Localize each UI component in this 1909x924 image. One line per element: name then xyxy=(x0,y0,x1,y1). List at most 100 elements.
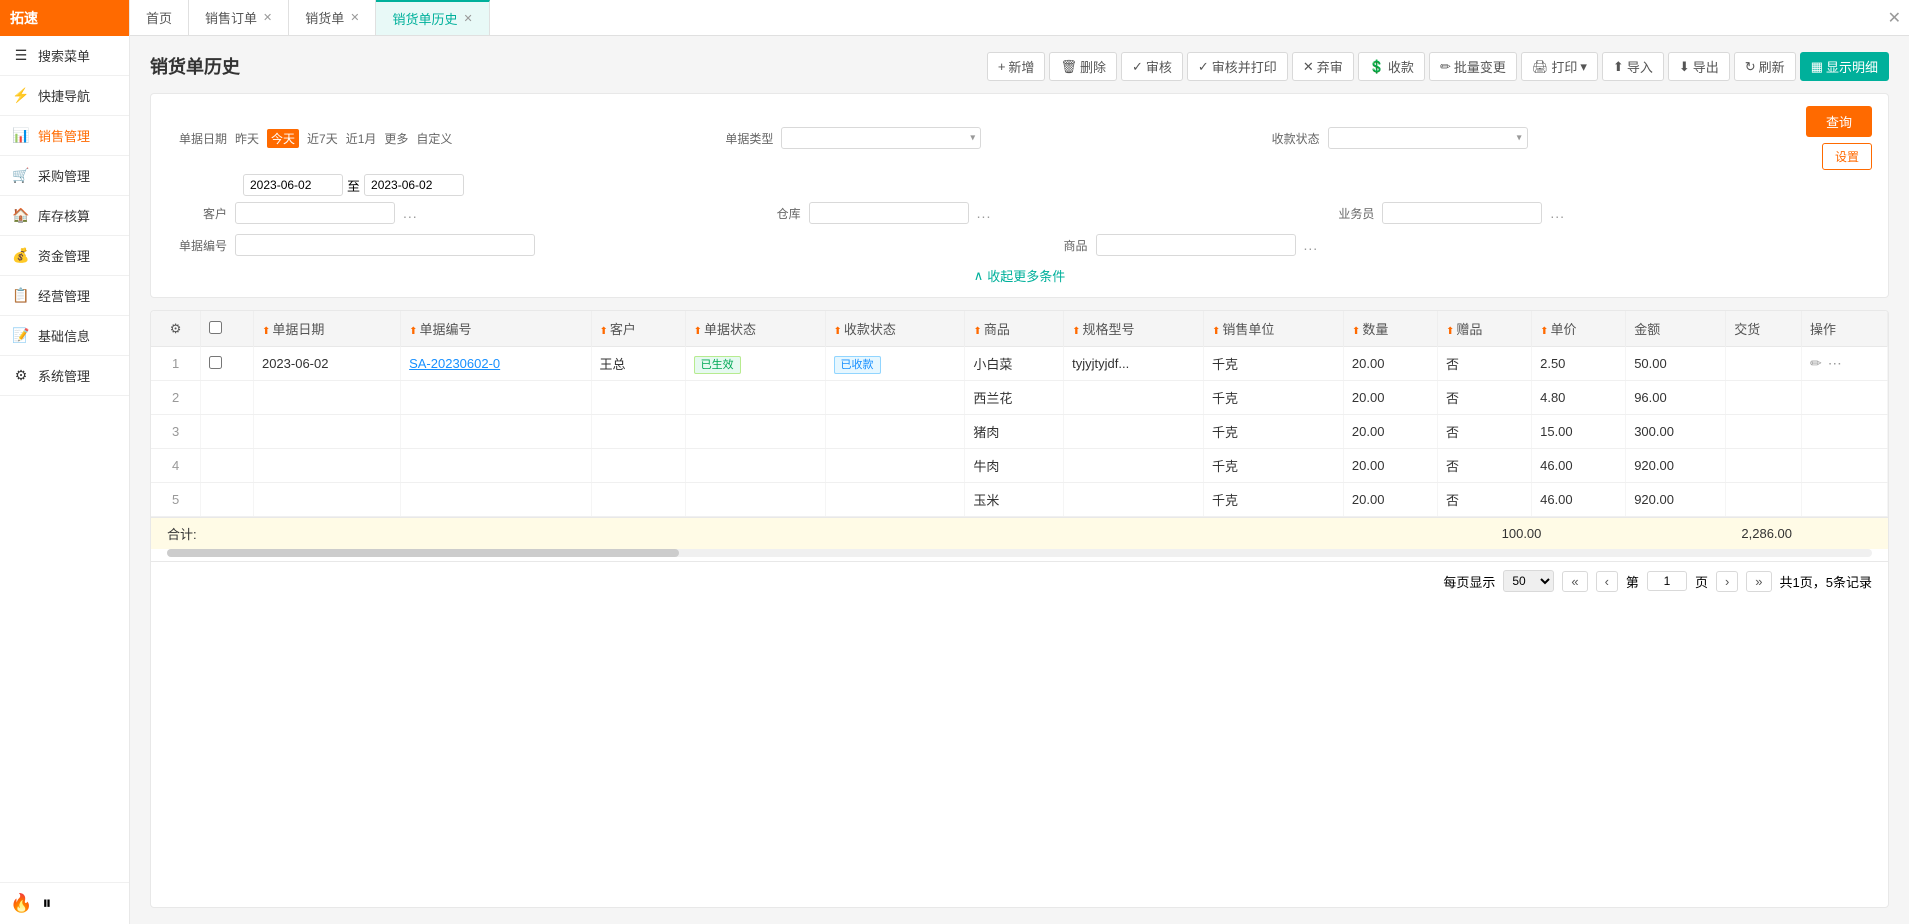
gift-column-header[interactable]: ⬆赠品 xyxy=(1438,311,1532,347)
prev-page-button[interactable]: ‹ xyxy=(1596,571,1618,592)
page-number-input[interactable] xyxy=(1647,571,1687,591)
tab-sales-order-close[interactable]: ✕ xyxy=(263,11,272,24)
sidebar-item-inventory[interactable]: 🏠 库存核算 xyxy=(0,196,129,236)
date-shortcut-more[interactable]: 更多 xyxy=(384,130,408,147)
sidebar-item-operation[interactable]: 📋 经营管理 xyxy=(0,276,129,316)
spec-column-header[interactable]: ⬆规格型号 xyxy=(1064,311,1204,347)
first-page-button[interactable]: « xyxy=(1562,571,1587,592)
refresh-icon: ↻ xyxy=(1745,59,1756,75)
export-button[interactable]: ⬇ 导出 xyxy=(1668,52,1730,81)
row-spec-cell xyxy=(1064,483,1204,517)
goods-input[interactable] xyxy=(1096,234,1296,256)
row-checkbox-cell xyxy=(201,347,254,381)
sidebar-item-finance[interactable]: 💰 资金管理 xyxy=(0,236,129,276)
audit-button[interactable]: ✓ 审核 xyxy=(1121,52,1183,81)
sidebar-item-base-info[interactable]: 📝 基础信息 xyxy=(0,316,129,356)
unit-price-column-header[interactable]: ⬆单价 xyxy=(1532,311,1626,347)
pay-status-select[interactable] xyxy=(1328,127,1528,149)
delete-button[interactable]: 🗑 删除 xyxy=(1049,52,1117,81)
set-button[interactable]: 设置 xyxy=(1822,143,1872,170)
audit-print-button[interactable]: ✓ 审核并打印 xyxy=(1187,52,1288,81)
doc-type-select[interactable] xyxy=(781,127,981,149)
tab-bar: 首页 销售订单 ✕ 销货单 ✕ 销货单历史 ✕ ✕ xyxy=(130,0,1909,36)
close-all-button[interactable]: ✕ xyxy=(1888,8,1909,28)
collapse-button[interactable]: ∧ 收起更多条件 xyxy=(167,266,1872,285)
scroll-thumb[interactable] xyxy=(167,549,679,557)
discard-icon: ✕ xyxy=(1303,59,1314,75)
sidebar-item-quick-nav[interactable]: ⚡ 快捷导航 xyxy=(0,76,129,116)
date-shortcut-1month[interactable]: 近1月 xyxy=(346,130,377,147)
tab-sales-history[interactable]: 销货单历史 ✕ xyxy=(376,0,489,35)
show-detail-button[interactable]: ▦ 显示明细 xyxy=(1800,52,1889,81)
date-shortcut-custom[interactable]: 自定义 xyxy=(416,130,452,147)
pay-status-column-header[interactable]: ⬆收款状态 xyxy=(825,311,965,347)
row-number: 5 xyxy=(151,483,201,517)
tab-sales-order[interactable]: 销售订单 ✕ xyxy=(189,0,289,35)
row-checkbox-cell xyxy=(201,449,254,483)
goods-dots-button[interactable]: ... xyxy=(1304,237,1319,253)
per-page-select[interactable]: 50 100 xyxy=(1503,570,1554,592)
unit-column-header[interactable]: ⬆销售单位 xyxy=(1204,311,1344,347)
more-action-icon[interactable]: ⋯ xyxy=(1828,355,1842,372)
customer-input[interactable] xyxy=(235,202,395,224)
total-records-label: 共1页，5条记录 xyxy=(1780,572,1872,591)
row-doc-status-cell: 已生效 xyxy=(685,347,825,381)
print-button[interactable]: 🖨 打印 ▾ xyxy=(1521,52,1598,81)
date-from-input[interactable] xyxy=(243,174,343,196)
row-quantity-cell: 20.00 xyxy=(1343,449,1437,483)
fire-icon[interactable]: 🔥 xyxy=(10,893,32,914)
tab-sales-history-close[interactable]: ✕ xyxy=(464,12,473,25)
goods-column-header[interactable]: ⬆商品 xyxy=(965,311,1064,347)
select-all-checkbox[interactable] xyxy=(209,321,222,334)
row-doc-status-cell xyxy=(685,381,825,415)
filter-panel: 单据日期 昨天 今天 近7天 近1月 更多 自定义 单据类型 xyxy=(150,93,1889,298)
staff-dots-button[interactable]: ... xyxy=(1550,205,1565,221)
row-checkbox[interactable] xyxy=(209,356,222,369)
row-checkbox-cell xyxy=(201,483,254,517)
tab-sales-invoice-label: 销货单 xyxy=(305,8,344,27)
import-button[interactable]: ⬆ 导入 xyxy=(1602,52,1664,81)
doc-status-column-header[interactable]: ⬆单据状态 xyxy=(685,311,825,347)
filter-row-1: 单据日期 昨天 今天 近7天 近1月 更多 自定义 单据类型 xyxy=(167,106,1872,170)
sidebar-item-sales-mgmt[interactable]: 📊 销售管理 xyxy=(0,116,129,156)
quantity-column-header[interactable]: ⬆数量 xyxy=(1343,311,1437,347)
tab-home[interactable]: 首页 xyxy=(130,0,189,35)
docno-column-header[interactable]: ⬆单据编号 xyxy=(401,311,591,347)
tab-sales-invoice[interactable]: 销货单 ✕ xyxy=(289,0,376,35)
row-number: 4 xyxy=(151,449,201,483)
next-page-button[interactable]: › xyxy=(1716,571,1738,592)
collect-button[interactable]: 💲 收款 xyxy=(1358,52,1425,81)
docno-input[interactable] xyxy=(235,234,535,256)
pause-icon[interactable]: ⏸ xyxy=(42,893,51,914)
date-to-input[interactable] xyxy=(364,174,464,196)
sidebar-item-purchase-mgmt[interactable]: 🛒 采购管理 xyxy=(0,156,129,196)
customer-column-header[interactable]: ⬆客户 xyxy=(591,311,685,347)
customer-dots-button[interactable]: ... xyxy=(403,205,418,221)
warehouse-label: 仓库 xyxy=(741,205,801,222)
tab-sales-invoice-close[interactable]: ✕ xyxy=(350,11,359,24)
sidebar-label-inventory: 库存核算 xyxy=(38,206,90,225)
edit-action-icon[interactable]: ✏ xyxy=(1810,355,1822,372)
per-page-label: 每页显示 xyxy=(1443,572,1495,591)
date-shortcut-today[interactable]: 今天 xyxy=(267,129,299,148)
warehouse-input[interactable] xyxy=(809,202,969,224)
doc-no-link[interactable]: SA-20230602-0 xyxy=(409,356,500,371)
horizontal-scrollbar[interactable] xyxy=(167,549,1872,557)
date-shortcut-yesterday[interactable]: 昨天 xyxy=(235,130,259,147)
add-button[interactable]: + 新增 xyxy=(987,52,1046,81)
refresh-button[interactable]: ↻ 刷新 xyxy=(1734,52,1796,81)
sidebar-label-sys-mgmt: 系统管理 xyxy=(38,366,90,385)
date-column-header[interactable]: ⬆单据日期 xyxy=(253,311,400,347)
warehouse-dots-button[interactable]: ... xyxy=(977,205,992,221)
discard-button[interactable]: ✕ 弃审 xyxy=(1292,52,1354,81)
staff-input[interactable] xyxy=(1382,202,1542,224)
row-goods-cell: 猪肉 xyxy=(965,415,1064,449)
last-page-button[interactable]: » xyxy=(1746,571,1771,592)
batch-change-button[interactable]: ✏ 批量变更 xyxy=(1429,52,1517,81)
date-shortcut-7days[interactable]: 近7天 xyxy=(307,130,338,147)
gear-column-header[interactable]: ⚙ xyxy=(151,311,201,347)
sidebar-item-sys-mgmt[interactable]: ⚙ 系统管理 xyxy=(0,356,129,396)
sidebar-item-search-menu[interactable]: ☰ 搜索菜单 xyxy=(0,36,129,76)
row-customer-cell xyxy=(591,381,685,415)
query-button[interactable]: 查询 xyxy=(1806,106,1872,137)
